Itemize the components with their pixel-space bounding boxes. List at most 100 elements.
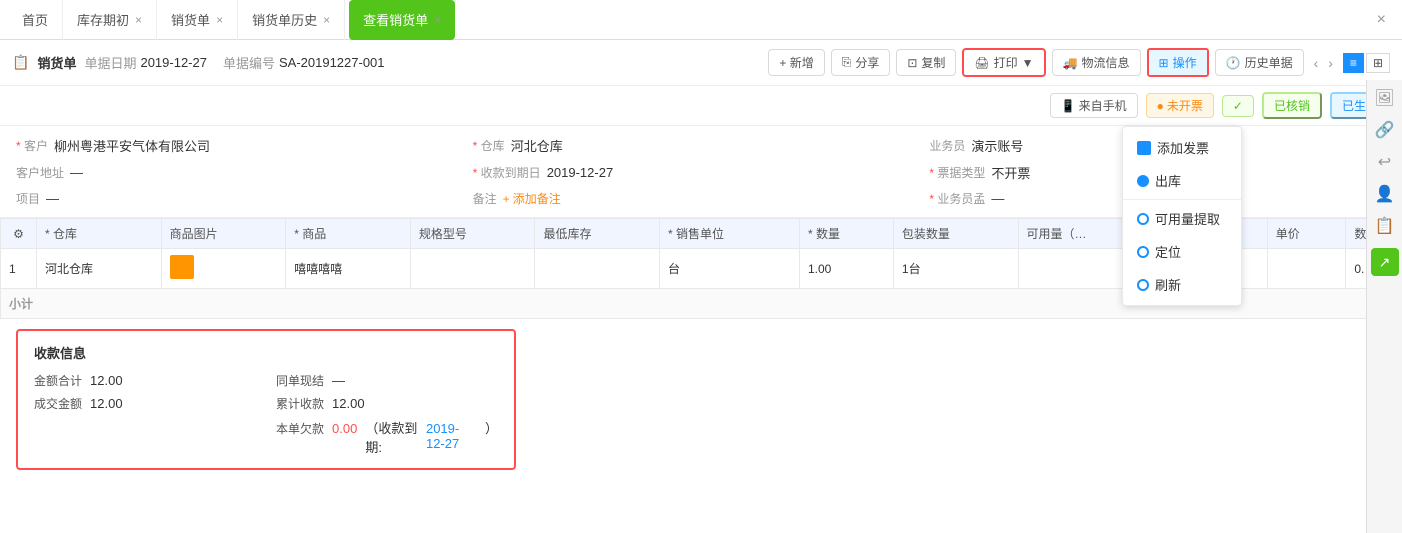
doc-meta: 单据日期 2019-12-27 单据编号 SA-20191227-001 — [84, 53, 384, 72]
row-qty: 1.00 — [799, 249, 893, 289]
tab-close-sales[interactable]: × — [216, 13, 223, 27]
window-close-button[interactable]: × — [1369, 7, 1394, 33]
add-invoice-icon — [1137, 141, 1151, 155]
share-button[interactable]: ⎘ 分享 — [831, 49, 891, 76]
dropdown-locate[interactable]: 定位 — [1123, 235, 1241, 268]
bottom-info: 收款信息 金额合计 12.00 同单现结 — 成交金额 12.00 累计收款 1… — [16, 329, 516, 470]
tab-close-history[interactable]: × — [323, 13, 330, 27]
doc-number: 单据编号 SA-20191227-001 — [223, 53, 385, 72]
col-settings[interactable]: ⚙ — [1, 219, 37, 249]
next-arrow[interactable]: › — [1324, 53, 1337, 73]
staff-label: 业务员 — [929, 137, 965, 154]
operations-icon: ⊞ — [1159, 56, 1169, 70]
panel-undo-icon[interactable]: ↩ — [1378, 152, 1391, 172]
product-image — [170, 255, 194, 279]
col-spec: 规格型号 — [410, 219, 535, 249]
note-row: 备注 + 添加备注 — [473, 190, 930, 207]
ticket-type-value: 不开票 — [991, 163, 1030, 182]
amount-label: 金额合计 — [34, 372, 82, 389]
panel-image-icon[interactable]: 🖼 — [1374, 88, 1394, 108]
new-button[interactable]: + 新增 — [768, 49, 824, 76]
dropdown-qty-extract[interactable]: 可用量提取 — [1123, 202, 1241, 235]
print-icon: 🖨 — [974, 56, 989, 70]
col-qty: * 数量 — [799, 219, 893, 249]
col-price: 单价 — [1267, 219, 1346, 249]
outbound-icon — [1137, 175, 1149, 187]
doc-header: 📋 销货单 单据日期 2019-12-27 单据编号 SA-20191227-0… — [0, 40, 1402, 86]
print-dropdown-arrow: ▼ — [1022, 56, 1034, 70]
project-value: — — [46, 191, 59, 206]
qty-extract-icon — [1137, 213, 1149, 225]
operations-button-wrapper: ⊞ 操作 — [1147, 48, 1209, 77]
settlement-row: 同单现结 — — [276, 372, 498, 389]
view-list-button[interactable]: ≡ — [1343, 53, 1364, 73]
ticket-icon: ● — [1157, 99, 1164, 113]
main-content: 📋 销货单 单据日期 2019-12-27 单据编号 SA-20191227-0… — [0, 40, 1402, 533]
project-label: 项目 — [16, 190, 40, 207]
staff2-value: — — [991, 191, 1004, 206]
panel-link-icon[interactable]: 🔗 — [1375, 120, 1395, 140]
add-note-button[interactable]: + 添加备注 — [503, 190, 561, 207]
tab-close-inventory[interactable]: × — [135, 13, 142, 27]
tab-sales-order[interactable]: 销货单 × — [157, 0, 238, 40]
dropdown-add-invoice[interactable]: 添加发票 — [1123, 131, 1241, 164]
prev-arrow[interactable]: ‹ — [1310, 53, 1323, 73]
payment-date-row: 收款到期日 2019-12-27 — [473, 163, 930, 182]
doc-actions: + 新增 ⎘ 分享 ⊡ 复制 🖨 打印 ▼ 🚚 — [768, 48, 1390, 77]
row-img — [161, 249, 286, 289]
note-label: 备注 — [473, 190, 497, 207]
mobile-icon: 📱 — [1061, 99, 1076, 113]
operations-dropdown: 添加发票 出库 可用量提取 定位 刷新 — [1122, 126, 1242, 306]
row-product: 嘻嘻嘻嘻 — [286, 249, 411, 289]
transaction-label: 成交金额 — [34, 395, 82, 412]
view-toggle: ≡ ⊞ — [1343, 53, 1390, 73]
row-index: 1 — [1, 249, 37, 289]
arrears-row: 本单欠款 0.00 （收款到期: 2019-12-27 ） — [276, 418, 498, 456]
doc-type-label: 销货单 — [37, 53, 76, 72]
info-grid: 金额合计 12.00 同单现结 — 成交金额 12.00 累计收款 12.00 — [34, 372, 498, 456]
panel-user-icon[interactable]: 👤 — [1375, 184, 1395, 204]
print-button-wrapper: 🖨 打印 ▼ — [962, 48, 1045, 77]
amount-value: 12.00 — [90, 373, 123, 388]
customer-row: 客户 柳州粤港平安气体有限公司 — [16, 136, 473, 155]
doc-icon: 📋 — [12, 54, 29, 71]
staff-value: 演示账号 — [971, 136, 1023, 155]
copy-button[interactable]: ⊡ 复制 — [896, 49, 956, 76]
staff2-label: 业务员孟 — [929, 190, 985, 207]
project-row: 项目 — — [16, 190, 473, 207]
dropdown-divider — [1123, 199, 1241, 200]
panel-doc-icon[interactable]: 📋 — [1375, 216, 1395, 236]
tab-close-view[interactable]: × — [434, 13, 441, 27]
address-value: — — [70, 165, 83, 180]
dropdown-outbound[interactable]: 出库 — [1123, 164, 1241, 197]
tab-sales-history[interactable]: 销货单历史 × — [238, 0, 345, 40]
col-min-stock: 最低库存 — [535, 219, 660, 249]
doc-date-label: 单据日期 2019-12-27 — [84, 53, 207, 72]
sold-out-button[interactable]: 已核销 — [1262, 92, 1322, 119]
col-img: 商品图片 — [161, 219, 286, 249]
cumulative-row: 累计收款 12.00 — [276, 395, 498, 412]
print-button[interactable]: 🖨 打印 ▼ — [964, 50, 1043, 75]
view-grid-button[interactable]: ⊞ — [1366, 53, 1390, 73]
confirm-button[interactable]: ✓ — [1222, 95, 1254, 117]
dropdown-refresh[interactable]: 刷新 — [1123, 268, 1241, 301]
address-label: 客户地址 — [16, 164, 64, 181]
logistics-button[interactable]: 🚚 物流信息 — [1052, 49, 1141, 76]
not-open-button[interactable]: ● 未开票 — [1146, 93, 1214, 118]
tab-view-sales[interactable]: 查看销货单 × — [349, 0, 455, 40]
info-title: 收款信息 — [34, 343, 498, 362]
secondary-bar: 📱 来自手机 ● 未开票 ✓ 已核销 已生效 — [0, 86, 1402, 126]
panel-expand-icon[interactable]: ↗ — [1371, 248, 1399, 276]
settlement-label: 同单现结 — [276, 372, 324, 389]
doc-title-area: 📋 销货单 单据日期 2019-12-27 单据编号 SA-20191227-0… — [12, 53, 760, 72]
tab-inventory-init[interactable]: 库存期初 × — [63, 0, 157, 40]
history-icon: 🕐 — [1226, 56, 1241, 70]
check-icon: ✓ — [1233, 99, 1243, 113]
history-button[interactable]: 🕐 历史单据 — [1215, 49, 1304, 76]
from-mobile-button[interactable]: 📱 来自手机 — [1050, 93, 1138, 118]
operations-button[interactable]: ⊞ 操作 — [1149, 50, 1207, 75]
tab-home[interactable]: 首页 — [8, 0, 63, 40]
warehouse-row: 仓库 河北仓库 — [473, 136, 930, 155]
locate-icon — [1137, 246, 1149, 258]
row-min-stock — [535, 249, 660, 289]
